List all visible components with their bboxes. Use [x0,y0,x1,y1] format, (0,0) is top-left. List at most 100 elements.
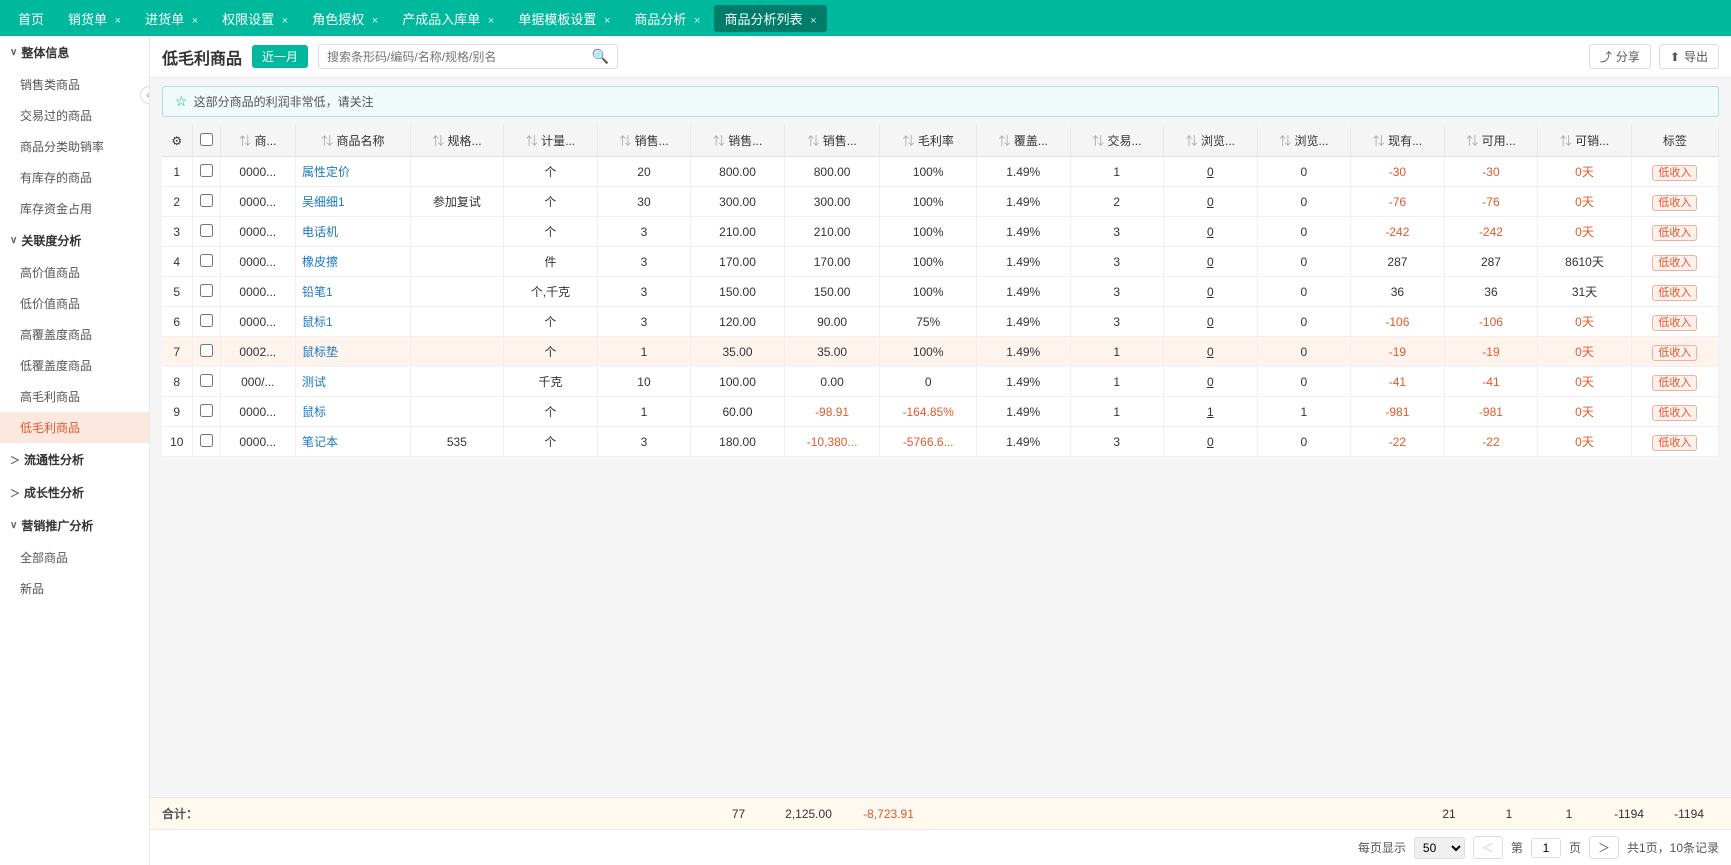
row-select-checkbox[interactable] [200,224,213,237]
nav-role-auth[interactable]: 角色授权 × [302,5,388,32]
row-browse1[interactable]: 1 [1164,397,1258,427]
search-input[interactable] [327,50,592,64]
row-name[interactable]: 笔记本 [296,427,411,457]
page-size-select[interactable]: 50 20 100 [1414,837,1465,859]
sidebar-item-capital[interactable]: 库存资金占用 [0,193,149,224]
col-unit[interactable]: ⇅ 计量... [504,125,598,157]
search-icon[interactable]: 🔍 [592,48,609,65]
col-saleable[interactable]: ⇅ 可销... [1538,125,1632,157]
col-margin[interactable]: ⇅ 毛利率 [880,125,977,157]
sidebar-item-all-goods[interactable]: 全部商品 [0,542,149,573]
row-select-checkbox[interactable] [200,314,213,327]
row-name[interactable]: 鼠标1 [296,307,411,337]
row-name[interactable]: 吴细细1 [296,187,411,217]
col-coverage[interactable]: ⇅ 覆盖... [976,125,1070,157]
row-checkbox[interactable] [192,337,220,367]
select-all-checkbox[interactable] [200,133,213,146]
row-browse1[interactable]: 0 [1164,307,1258,337]
sidebar-item-new-goods[interactable]: 新品 [0,573,149,604]
sidebar-item-low-coverage[interactable]: 低覆盖度商品 [0,350,149,381]
share-button[interactable]: ⤴ 分享 [1589,44,1651,69]
col-settings[interactable]: ⚙ [162,125,192,157]
row-select-checkbox[interactable] [200,434,213,447]
nav-home[interactable]: 首页 [8,5,54,32]
row-checkbox[interactable] [192,187,220,217]
col-code[interactable]: ⇅ 商... [220,125,296,157]
filter-recent-month-button[interactable]: 近一月 [252,45,308,68]
row-browse1[interactable]: 0 [1164,367,1258,397]
col-sales-profit[interactable]: ⇅ 销售... [784,125,880,157]
col-transaction[interactable]: ⇅ 交易... [1070,125,1164,157]
col-checkbox[interactable] [192,125,220,157]
row-browse1[interactable]: 0 [1164,337,1258,367]
col-sales-qty[interactable]: ⇅ 销售... [597,125,691,157]
browse1-link[interactable]: 0 [1207,225,1214,239]
row-checkbox[interactable] [192,217,220,247]
row-browse1[interactable]: 0 [1164,247,1258,277]
col-sales-price[interactable]: ⇅ 销售... [691,125,785,157]
sidebar-item-high-coverage[interactable]: 高覆盖度商品 [0,319,149,350]
sidebar-item-high-margin[interactable]: 高毛利商品 [0,381,149,412]
page-number-input[interactable] [1531,838,1561,858]
row-browse1[interactable]: 0 [1164,217,1258,247]
row-name[interactable]: 鼠标 [296,397,411,427]
sidebar-item-low-value[interactable]: 低价值商品 [0,288,149,319]
row-select-checkbox[interactable] [200,164,213,177]
col-browse2[interactable]: ⇅ 浏览... [1257,125,1351,157]
sidebar-item-high-value[interactable]: 高价值商品 [0,257,149,288]
col-spec[interactable]: ⇅ 规格... [410,125,504,157]
browse1-link[interactable]: 0 [1207,285,1214,299]
row-select-checkbox[interactable] [200,374,213,387]
row-browse1[interactable]: 0 [1164,277,1258,307]
row-name[interactable]: 橡皮擦 [296,247,411,277]
col-available[interactable]: ⇅ 可用... [1444,125,1538,157]
row-checkbox[interactable] [192,367,220,397]
sidebar-item-category-rate[interactable]: 商品分类助销率 [0,131,149,162]
nav-template[interactable]: 单据模板设置 × [508,5,620,32]
row-name[interactable]: 电话机 [296,217,411,247]
browse1-link[interactable]: 0 [1207,315,1214,329]
row-select-checkbox[interactable] [200,194,213,207]
row-checkbox[interactable] [192,247,220,277]
row-select-checkbox[interactable] [200,404,213,417]
nav-product-analysis-list[interactable]: 商品分析列表 × [714,5,826,32]
sidebar-group-overall[interactable]: ∨ 整体信息 [0,36,149,69]
row-checkbox[interactable] [192,397,220,427]
col-name[interactable]: ⇅ 商品名称 [296,125,411,157]
row-browse1[interactable]: 0 [1164,157,1258,187]
row-name[interactable]: 铅笔1 [296,277,411,307]
row-checkbox[interactable] [192,157,220,187]
row-browse1[interactable]: 0 [1164,427,1258,457]
row-name[interactable]: 鼠标垫 [296,337,411,367]
next-page-button[interactable]: ＞ [1589,836,1619,859]
browse1-link[interactable]: 0 [1207,435,1214,449]
col-tag[interactable]: 标签 [1631,125,1718,157]
row-name[interactable]: 属性定价 [296,157,411,187]
row-checkbox[interactable] [192,427,220,457]
browse1-link[interactable]: 0 [1207,195,1214,209]
row-browse1[interactable]: 0 [1164,187,1258,217]
prev-page-button[interactable]: ＜ [1473,836,1503,859]
sidebar-item-traded-goods[interactable]: 交易过的商品 [0,100,149,131]
browse1-link[interactable]: 0 [1207,165,1214,179]
row-checkbox[interactable] [192,307,220,337]
sidebar-item-sales-goods[interactable]: 销售类商品 [0,69,149,100]
export-button[interactable]: ⬆ 导出 [1659,44,1719,69]
sidebar-group-marketing[interactable]: ∨ 营销推广分析 [0,509,149,542]
nav-purchase-order[interactable]: 进货单 × [135,5,208,32]
nav-product-in[interactable]: 产成品入库单 × [392,5,504,32]
nav-sales-order[interactable]: 销货单 × [58,5,131,32]
browse1-link[interactable]: 0 [1207,375,1214,389]
sidebar-group-circulation[interactable]: ＞ 流通性分析 [0,443,149,476]
row-name[interactable]: 测试 [296,367,411,397]
col-current[interactable]: ⇅ 现有... [1351,125,1445,157]
sidebar-item-in-stock[interactable]: 有库存的商品 [0,162,149,193]
sidebar-group-correlation[interactable]: ∨ 关联度分析 [0,224,149,257]
sidebar-item-low-margin[interactable]: 低毛利商品 [0,412,149,443]
browse1-link[interactable]: 1 [1207,405,1214,419]
col-browse1[interactable]: ⇅ 浏览... [1164,125,1258,157]
row-select-checkbox[interactable] [200,254,213,267]
nav-permission[interactable]: 权限设置 × [212,5,298,32]
row-select-checkbox[interactable] [200,284,213,297]
row-checkbox[interactable] [192,277,220,307]
